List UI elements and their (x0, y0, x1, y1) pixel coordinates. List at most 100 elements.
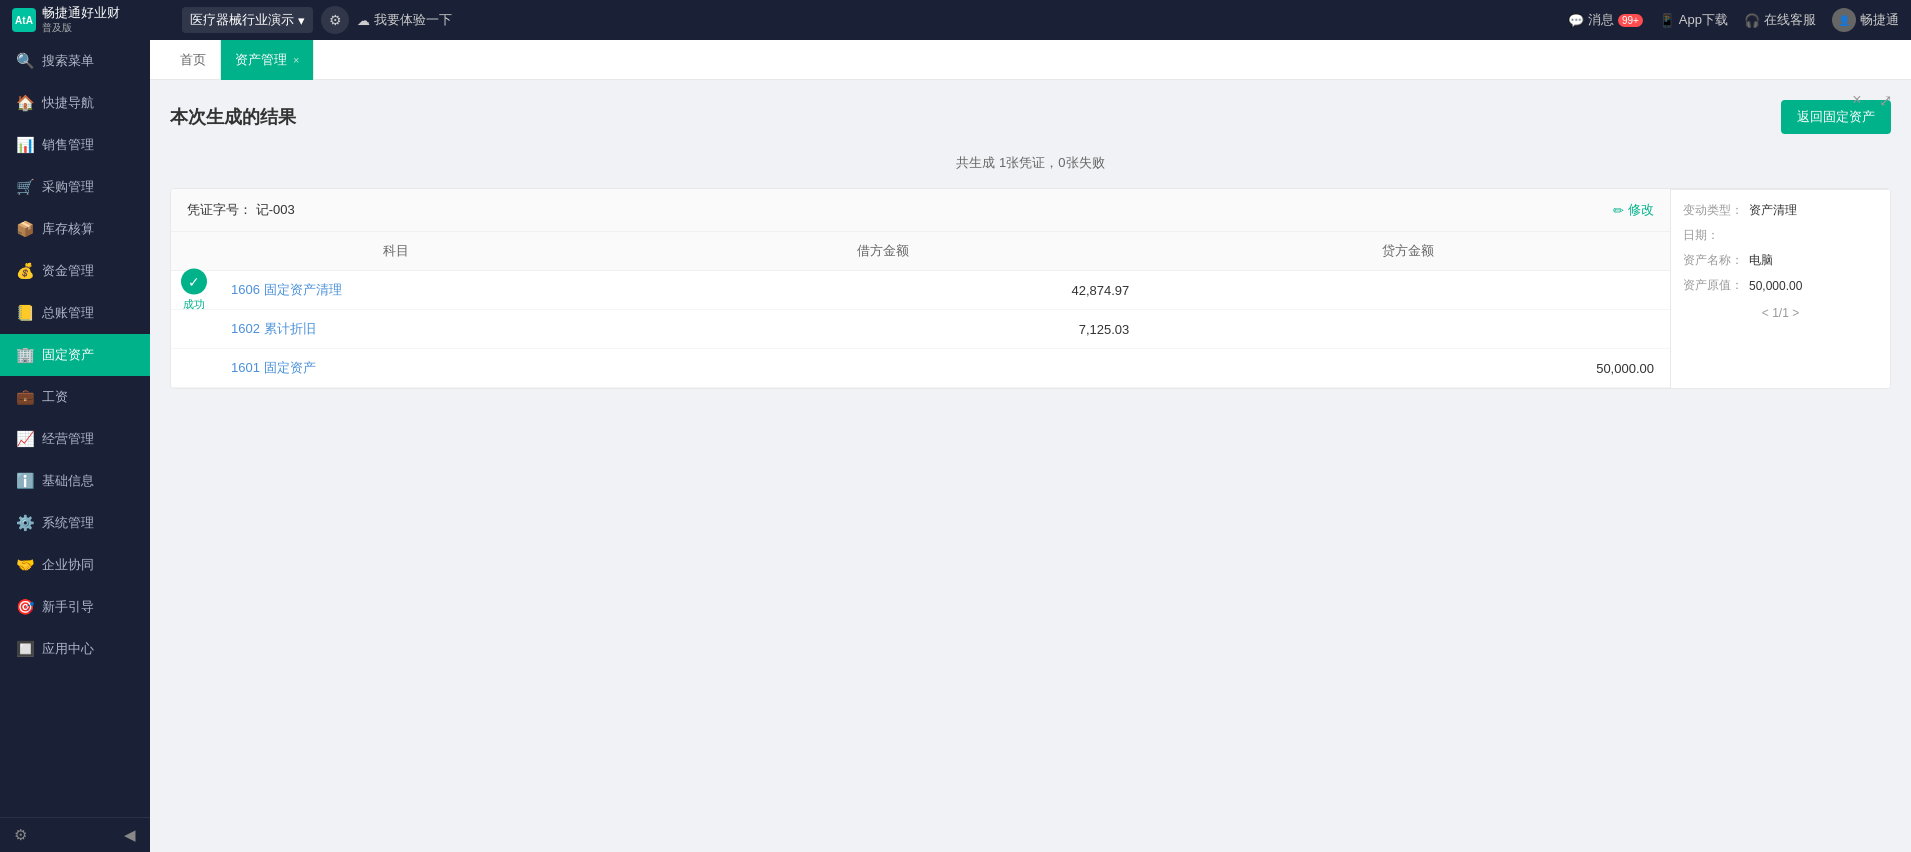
sidebar-item-enterprise[interactable]: 🤝 企业协同 (0, 544, 150, 586)
book-icon: 📒 (16, 304, 34, 322)
sidebar-item-inventory[interactable]: 📦 库存核算 (0, 208, 150, 250)
grid-icon: 🔲 (16, 640, 34, 658)
home-icon: 🏠 (16, 94, 34, 112)
username: 畅捷通 (1860, 11, 1899, 29)
sidebar-item-salary[interactable]: 💼 工资 (0, 376, 150, 418)
message-item[interactable]: 💬 消息 99 (1568, 11, 1643, 29)
settings-icon[interactable]: ⚙ (321, 6, 349, 34)
sidebar-item-label: 库存核算 (42, 220, 94, 238)
page-title: 本次生成的结果 (170, 105, 296, 129)
main-layout: 🔍 搜索菜单 🏠 快捷导航 📊 销售管理 🛒 采购管理 📦 库存核算 💰 资金管… (0, 40, 1911, 852)
sidebar-item-purchase[interactable]: 🛒 采购管理 (0, 166, 150, 208)
col-subject: 科目 (171, 232, 621, 271)
sidebar-item-finance[interactable]: 💰 资金管理 (0, 250, 150, 292)
sidebar-item-basic-info[interactable]: ℹ️ 基础信息 (0, 460, 150, 502)
edit-button[interactable]: ✏ 修改 (1613, 201, 1654, 219)
message-icon: 💬 (1568, 13, 1584, 28)
sidebar-item-search[interactable]: 🔍 搜索菜单 (0, 40, 150, 82)
sidebar-item-fixed-assets[interactable]: 🏢 固定资产 (0, 334, 150, 376)
content-area: 首页 资产管理 × × ⤢ 本次生成的结果 返回固定资产 共生成 1张凭证，0张… (150, 40, 1911, 852)
voucher-no-label: 凭证字号： (187, 202, 252, 217)
sidebar-item-sales[interactable]: 📊 销售管理 (0, 124, 150, 166)
sidebar-item-guide[interactable]: 🎯 新手引导 (0, 586, 150, 628)
edit-label: 修改 (1628, 201, 1654, 219)
building-icon: 🏢 (16, 346, 34, 364)
voucher-no: 凭证字号： 记-003 (187, 201, 295, 219)
logo-area: AtA 畅捷通好业财 普及版 (12, 5, 162, 35)
success-label: 成功 (183, 297, 205, 312)
sidebar-item-label: 新手引导 (42, 598, 94, 616)
voucher-main: 凭证字号： 记-003 ✏ 修改 科目 借方金额 (171, 189, 1670, 388)
app-download-item[interactable]: 📱 App下载 (1659, 11, 1728, 29)
col-debit: 借方金额 (621, 232, 1146, 271)
tab-asset-mgmt[interactable]: 资产管理 × (221, 40, 314, 80)
sidebar-item-label: 应用中心 (42, 640, 94, 658)
sidebar-item-label: 固定资产 (42, 346, 94, 364)
company-name: 医疗器械行业演示 (190, 11, 294, 29)
chevron-down-icon: ▾ (298, 13, 305, 28)
sidebar-item-label: 企业协同 (42, 556, 94, 574)
pagination[interactable]: < 1/1 > (1683, 306, 1878, 320)
voucher-table: 科目 借方金额 贷方金额 ✓ 成功 1606 固定资产清理 42 (171, 232, 1670, 388)
briefcase-icon: 💼 (16, 388, 34, 406)
voucher-no-value: 记-003 (256, 202, 295, 217)
sidebar-item-label: 搜索菜单 (42, 52, 94, 70)
sidebar-item-label: 基础信息 (42, 472, 94, 490)
tab-home[interactable]: 首页 (166, 40, 221, 80)
sidebar-item-apps[interactable]: 🔲 应用中心 (0, 628, 150, 670)
nav-bar: 医疗器械行业演示 ▾ ⚙ ☁ 我要体验一下 (162, 6, 1568, 34)
table-header-row: 科目 借方金额 贷方金额 (171, 232, 1670, 271)
close-window-button[interactable]: × (1847, 90, 1867, 110)
voucher-header: 凭证字号： 记-003 ✏ 修改 (171, 189, 1670, 232)
company-selector[interactable]: 医疗器械行业演示 ▾ (182, 7, 313, 33)
collapse-icon[interactable]: ◀ (124, 826, 136, 844)
cloud-icon: ☁ (357, 13, 370, 28)
asset-name-label: 资产名称： (1683, 252, 1743, 269)
asset-name-row: 资产名称： 电脑 (1683, 252, 1878, 269)
phone-icon: 📱 (1659, 13, 1675, 28)
sidebar-item-quick-nav[interactable]: 🏠 快捷导航 (0, 82, 150, 124)
sidebar-item-label: 工资 (42, 388, 68, 406)
table-row: ✓ 成功 1606 固定资产清理 42,874.97 (171, 271, 1670, 310)
table-body: ✓ 成功 1606 固定资产清理 42,874.97 1602 累计折旧 7,1… (171, 271, 1670, 388)
tab-close-icon[interactable]: × (293, 54, 299, 66)
voucher-wrapper: 凭证字号： 记-003 ✏ 修改 科目 借方金额 (170, 188, 1891, 389)
search-icon: 🔍 (16, 52, 34, 70)
top-header: AtA 畅捷通好业财 普及版 医疗器械行业演示 ▾ ⚙ ☁ 我要体验一下 💬 消… (0, 0, 1911, 40)
customer-service-item[interactable]: 🎧 在线客服 (1744, 11, 1816, 29)
subject-value[interactable]: 1601 固定资产 (231, 360, 316, 375)
subject-value[interactable]: 1606 固定资产清理 (231, 282, 342, 297)
tab-bar: 首页 资产管理 × (150, 40, 1911, 80)
sidebar-item-label: 总账管理 (42, 304, 94, 322)
user-item[interactable]: 👤 畅捷通 (1832, 8, 1899, 32)
debit-cell: 42,874.97 (621, 271, 1146, 310)
app-download-label: App下载 (1679, 11, 1728, 29)
sidebar-item-label: 资金管理 (42, 262, 94, 280)
sidebar-item-operations[interactable]: 📈 经营管理 (0, 418, 150, 460)
message-label: 消息 (1588, 11, 1614, 29)
expand-window-button[interactable]: ⤢ (1875, 90, 1895, 110)
settings-bottom-icon[interactable]: ⚙ (14, 826, 27, 844)
date-row: 日期： (1683, 227, 1878, 244)
change-type-label: 变动类型： (1683, 202, 1743, 219)
gear-icon: ⚙️ (16, 514, 34, 532)
subject-value[interactable]: 1602 累计折旧 (231, 321, 316, 336)
headset-icon: 🎧 (1744, 13, 1760, 28)
subject-cell: 1601 固定资产 (171, 349, 621, 388)
credit-cell (1145, 271, 1670, 310)
target-icon: 🎯 (16, 598, 34, 616)
cart-icon: 🛒 (16, 178, 34, 196)
handshake-icon: 🤝 (16, 556, 34, 574)
sidebar-item-label: 采购管理 (42, 178, 94, 196)
subject-cell: 1602 累计折旧 (171, 310, 621, 349)
chart-icon: 📊 (16, 136, 34, 154)
sidebar-item-label: 销售管理 (42, 136, 94, 154)
experience-button[interactable]: ☁ 我要体验一下 (357, 11, 452, 29)
sidebar-item-ledger[interactable]: 📒 总账管理 (0, 292, 150, 334)
original-value-row: 资产原值： 50,000.00 (1683, 277, 1878, 294)
sidebar-item-system[interactable]: ⚙️ 系统管理 (0, 502, 150, 544)
table-row: 1601 固定资产 50,000.00 (171, 349, 1670, 388)
credit-cell: 50,000.00 (1145, 349, 1670, 388)
result-summary: 共生成 1张凭证，0张失败 (170, 154, 1891, 172)
original-value-value: 50,000.00 (1749, 279, 1802, 293)
